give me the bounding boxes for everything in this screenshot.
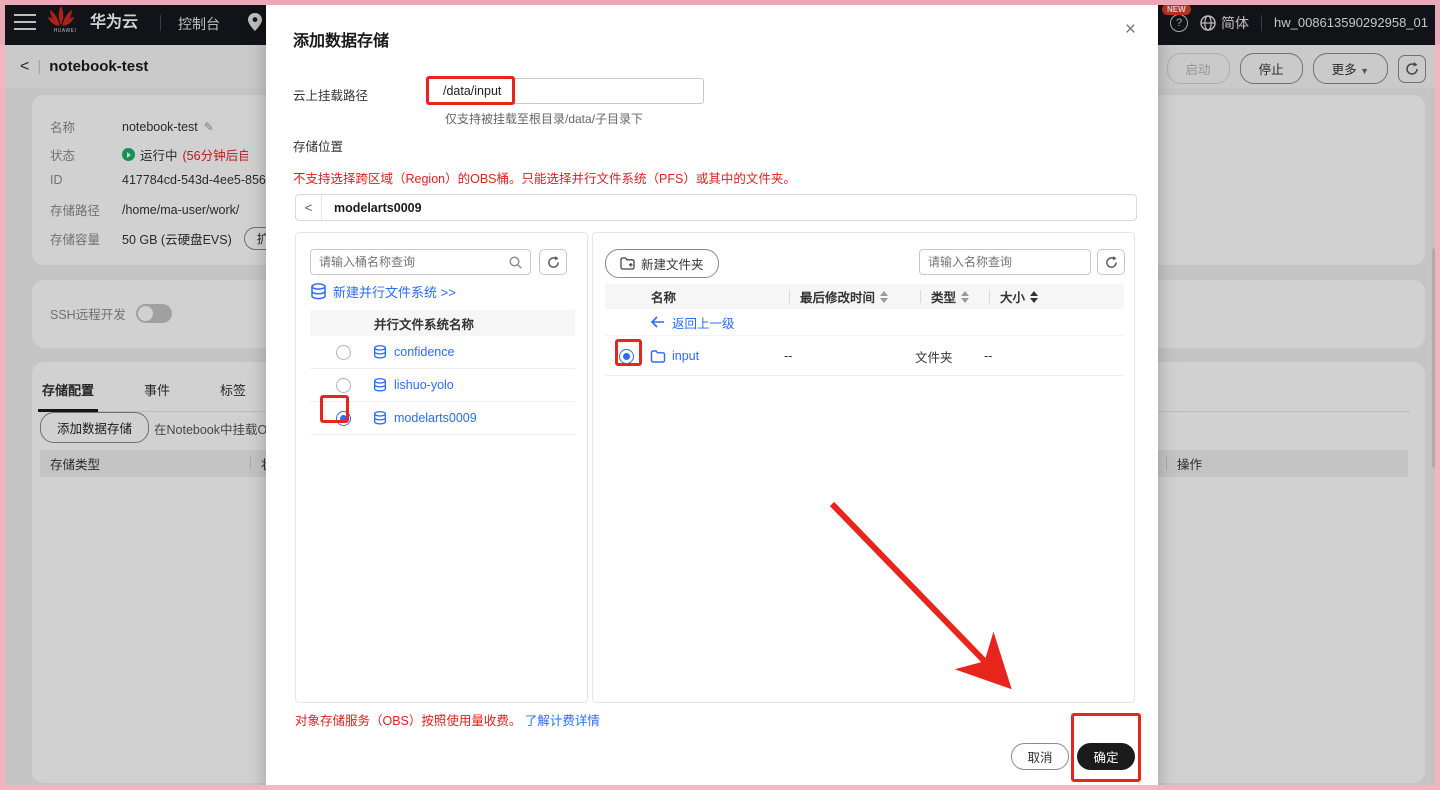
bucket-back-button[interactable]: <: [296, 195, 322, 220]
billing-note-text: 对象存储服务（OBS）按照使用量收费。: [295, 714, 521, 728]
pfs-refresh-button[interactable]: [539, 249, 567, 275]
back-arrow-icon: [651, 316, 665, 328]
col-size: 大小: [1000, 287, 1038, 306]
file-refresh-button[interactable]: [1097, 249, 1125, 275]
sort-icon[interactable]: [880, 291, 888, 303]
pfs-row-confidence[interactable]: confidence: [310, 336, 575, 369]
cancel-button[interactable]: 取消: [1011, 743, 1069, 770]
radio-selected[interactable]: [336, 411, 351, 426]
file-modified: --: [784, 349, 915, 363]
pfs-name[interactable]: confidence: [394, 345, 454, 359]
file-size: --: [984, 349, 992, 363]
pfs-database-icon: [310, 283, 327, 300]
folder-icon: [650, 350, 666, 363]
col-type: 类型: [931, 287, 989, 306]
folder-panel: 新建文件夹 名称 最后修改时间 类型 大小: [592, 232, 1135, 703]
pfs-list-header: 并行文件系统名称: [310, 310, 575, 336]
confirm-button[interactable]: 确定: [1077, 743, 1135, 770]
pfs-row-modelarts0009[interactable]: modelarts0009: [310, 402, 575, 435]
file-search-input[interactable]: [920, 255, 1091, 269]
pfs-database-icon: [373, 345, 387, 359]
search-icon[interactable]: [509, 256, 522, 269]
col-modified: 最后修改时间: [800, 287, 920, 306]
go-up-row[interactable]: 返回上一级: [605, 309, 1124, 336]
billing-details-link[interactable]: 了解计费详情: [525, 714, 600, 728]
file-name[interactable]: input: [672, 349, 784, 363]
pfs-name[interactable]: lishuo-yolo: [394, 378, 454, 392]
bucket-name: modelarts0009: [334, 201, 422, 215]
pfs-search-input[interactable]: [311, 255, 509, 269]
region-warning-text: 不支持选择跨区域（Region）的OBS桶。只能选择并行文件系统（PFS）或其中…: [293, 168, 796, 187]
go-up-label[interactable]: 返回上一级: [672, 313, 735, 332]
refresh-icon: [1105, 256, 1118, 269]
pfs-database-icon: [373, 378, 387, 392]
refresh-icon: [547, 256, 560, 269]
mount-path-input[interactable]: [428, 78, 704, 104]
create-pfs-link[interactable]: 新建并行文件系统 >>: [310, 282, 456, 301]
billing-note: 对象存储服务（OBS）按照使用量收费。 了解计费详情: [295, 710, 600, 729]
sort-icon[interactable]: [961, 291, 969, 303]
pfs-search-box[interactable]: [310, 249, 531, 275]
new-folder-label: 新建文件夹: [641, 254, 704, 273]
col-type-label: 类型: [931, 287, 956, 306]
pfs-database-icon: [373, 411, 387, 425]
file-row-input[interactable]: input -- 文件夹 --: [605, 337, 1124, 376]
col-modified-label: 最后修改时间: [800, 287, 875, 306]
mount-path-hint: 仅支持被挂载至根目录/data/子目录下: [445, 110, 643, 127]
new-folder-button[interactable]: 新建文件夹: [605, 249, 719, 278]
create-pfs-label: 新建并行文件系统 >>: [333, 282, 456, 301]
add-data-storage-dialog: 添加数据存储 × 云上挂载路径 仅支持被挂载至根目录/data/子目录下 存储位…: [266, 5, 1158, 790]
pfs-row-lishuo-yolo[interactable]: lishuo-yolo: [310, 369, 575, 402]
radio-selected[interactable]: [619, 349, 634, 364]
new-folder-icon: [620, 257, 635, 270]
file-table-header: 名称 最后修改时间 类型 大小: [605, 284, 1124, 309]
radio-unselected[interactable]: [336, 378, 351, 393]
sort-icon[interactable]: [1030, 291, 1038, 303]
pfs-panel: 新建并行文件系统 >> 并行文件系统名称 confidence lishuo-y…: [295, 232, 588, 703]
close-icon[interactable]: ×: [1125, 19, 1136, 41]
pfs-name[interactable]: modelarts0009: [394, 411, 477, 425]
bucket-breadcrumb-bar: < modelarts0009: [295, 194, 1137, 221]
file-search-box[interactable]: [919, 249, 1091, 275]
mount-path-label: 云上挂载路径: [293, 85, 368, 104]
radio-unselected[interactable]: [336, 345, 351, 360]
file-type: 文件夹: [915, 347, 984, 366]
storage-location-label: 存储位置: [293, 136, 343, 155]
col-size-label: 大小: [1000, 287, 1025, 306]
col-name: 名称: [651, 287, 789, 306]
dialog-title: 添加数据存储: [293, 27, 389, 51]
